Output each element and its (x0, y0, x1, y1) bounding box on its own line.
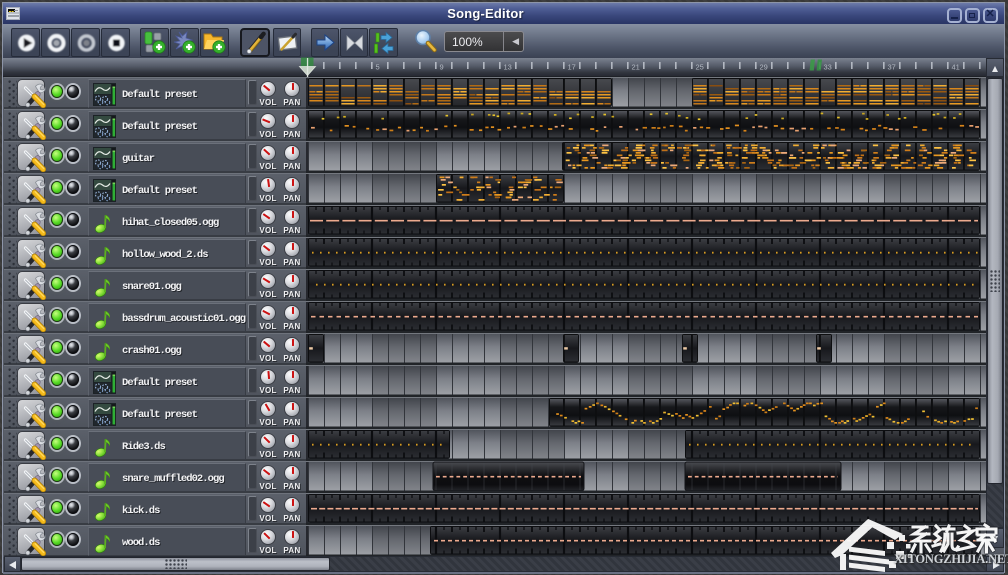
svg-text:21: 21 (632, 63, 640, 72)
svg-text:17: 17 (568, 63, 576, 72)
svg-text:9: 9 (440, 63, 444, 72)
svg-text:29: 29 (760, 63, 768, 72)
svg-text:37: 37 (888, 63, 896, 72)
svg-text:25: 25 (696, 63, 704, 72)
svg-text:13: 13 (504, 63, 512, 72)
svg-text:33: 33 (824, 63, 832, 72)
svg-text:41: 41 (952, 63, 960, 72)
svg-text:5: 5 (376, 63, 380, 72)
